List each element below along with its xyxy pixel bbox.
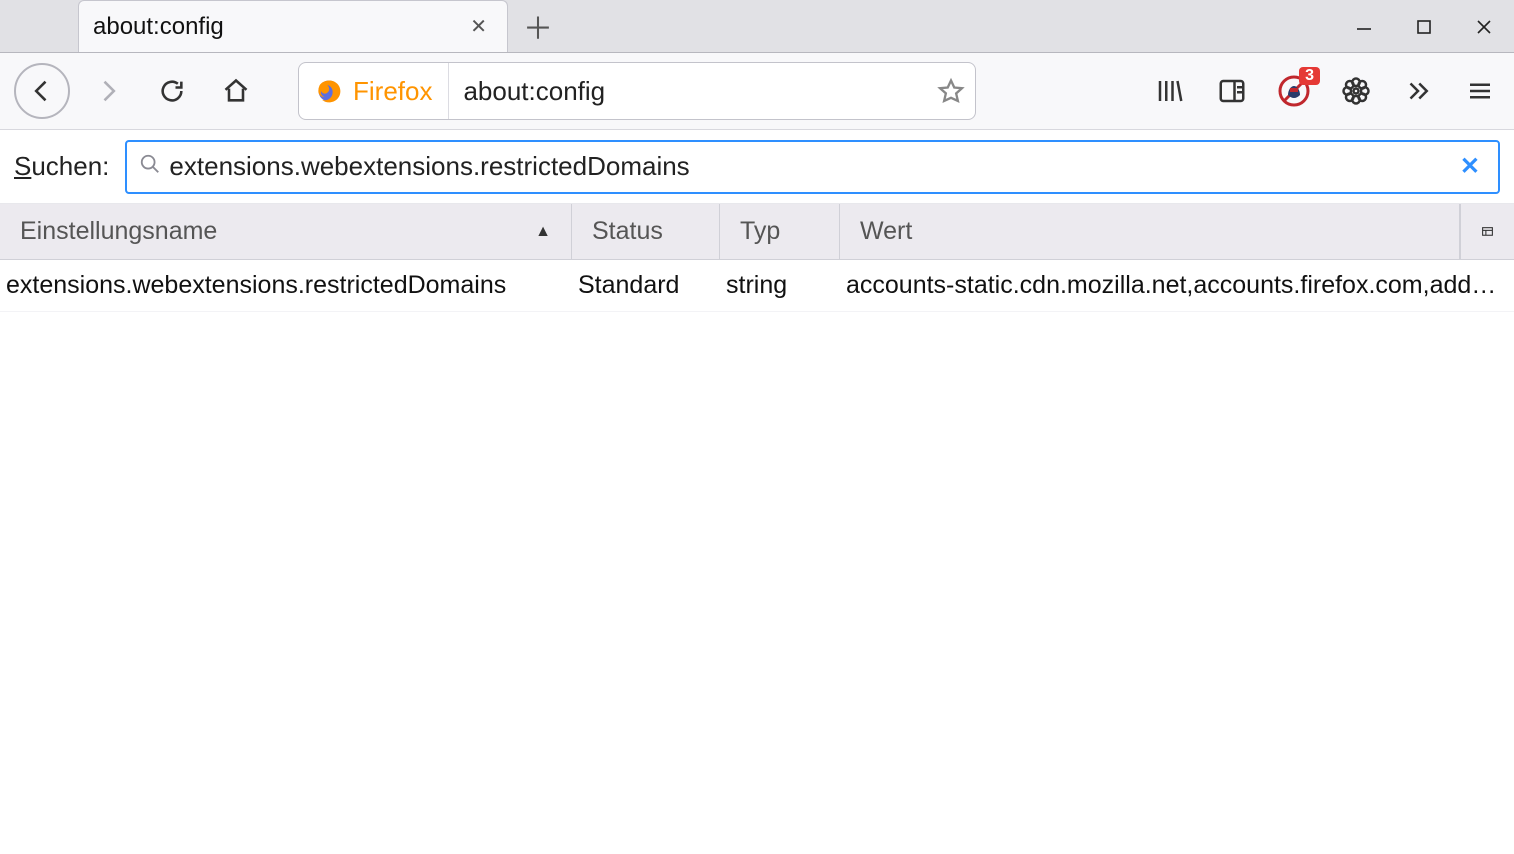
firefox-logo-icon (315, 77, 343, 105)
extension-badge: 3 (1299, 67, 1320, 85)
overflow-icon[interactable] (1398, 71, 1438, 111)
column-header-name[interactable]: Einstellungsname ▲ (0, 204, 572, 259)
search-input[interactable] (169, 151, 1453, 182)
addon-flower-icon[interactable] (1336, 71, 1376, 111)
tab-title: about:config (93, 13, 464, 41)
hamburger-menu-icon[interactable] (1460, 71, 1500, 111)
pref-type: string (720, 271, 840, 300)
reload-button[interactable] (146, 65, 198, 117)
window-controls (1334, 0, 1514, 53)
table-row[interactable]: extensions.webextensions.restrictedDomai… (0, 260, 1514, 312)
column-picker-icon[interactable] (1460, 204, 1514, 259)
clear-search-icon[interactable]: ✕ (1454, 152, 1486, 181)
pref-status: Standard (572, 271, 720, 300)
prefs-table-header: Einstellungsname ▲ Status Typ Wert (0, 204, 1514, 260)
browser-tabstrip: about:config ✕ ＋ (0, 0, 1514, 53)
close-window-button[interactable] (1454, 0, 1514, 53)
close-tab-icon[interactable]: ✕ (464, 8, 493, 45)
sidebar-icon[interactable] (1212, 71, 1252, 111)
maximize-window-button[interactable] (1394, 0, 1454, 53)
sort-indicator-icon: ▲ (535, 223, 551, 241)
forward-button[interactable] (82, 65, 134, 117)
tab-aboutconfig[interactable]: about:config ✕ (78, 0, 508, 52)
search-label: Suchen: (14, 151, 109, 182)
home-button[interactable] (210, 65, 262, 117)
aboutconfig-search-row: Suchen: ✕ (0, 130, 1514, 204)
column-header-status[interactable]: Status (572, 204, 720, 259)
column-header-value[interactable]: Wert (840, 204, 1460, 259)
noscript-extension-icon[interactable]: 3 (1274, 71, 1314, 111)
new-tab-button[interactable]: ＋ (508, 0, 568, 52)
url-input[interactable] (449, 76, 927, 107)
minimize-window-button[interactable] (1334, 0, 1394, 53)
bookmark-star-icon[interactable] (927, 77, 975, 105)
site-identity-label: Firefox (353, 76, 432, 107)
search-icon (139, 153, 161, 180)
back-button[interactable] (14, 63, 70, 119)
pref-name: extensions.webextensions.restrictedDomai… (0, 271, 572, 300)
navigation-toolbar: Firefox 3 (0, 53, 1514, 130)
site-identity[interactable]: Firefox (299, 63, 449, 119)
search-box[interactable]: ✕ (125, 140, 1500, 194)
pref-value: accounts-static.cdn.mozilla.net,accounts… (840, 271, 1514, 300)
library-icon[interactable] (1150, 71, 1190, 111)
toolbar-icons: 3 (1150, 71, 1500, 111)
url-bar[interactable]: Firefox (298, 62, 976, 120)
column-header-type[interactable]: Typ (720, 204, 840, 259)
